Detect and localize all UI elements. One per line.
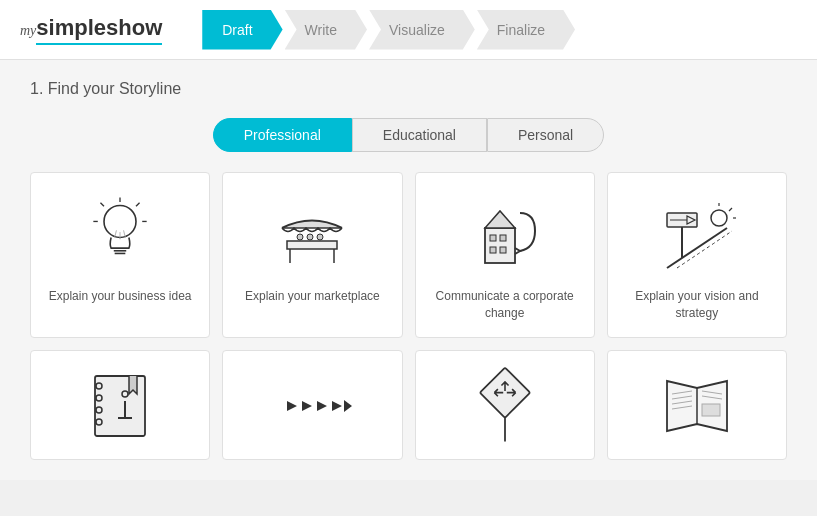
svg-point-14 (317, 234, 323, 240)
card-icon-corporate-change (455, 188, 555, 278)
card-label-vision-strategy: Explain your vision and strategy (618, 288, 776, 322)
svg-point-13 (307, 234, 313, 240)
card-icon-arrows (262, 366, 362, 446)
svg-rect-18 (490, 247, 496, 253)
nav-step-finalize[interactable]: Finalize (477, 10, 575, 50)
nav-steps: Draft Write Visualize Finalize (202, 10, 797, 50)
svg-rect-16 (490, 235, 496, 241)
main-content: 1. Find your Storyline Professional Educ… (0, 60, 817, 480)
card-brochure[interactable] (607, 350, 787, 460)
card-corporate-change[interactable]: Communicate a corporate change (415, 172, 595, 338)
header: my simpleshow Draft Write Visualize Fina… (0, 0, 817, 60)
card-icon-marketplace (262, 188, 362, 278)
svg-rect-44 (702, 404, 720, 416)
tab-personal[interactable]: Personal (487, 118, 604, 152)
svg-rect-15 (485, 228, 515, 263)
card-icon-road-sign (455, 366, 555, 446)
card-road-sign[interactable] (415, 350, 595, 460)
nav-step-draft[interactable]: Draft (202, 10, 282, 50)
card-marketplace[interactable]: Explain your marketplace (222, 172, 402, 338)
card-notebook[interactable] (30, 350, 210, 460)
svg-rect-19 (500, 247, 506, 253)
card-business-idea[interactable]: Explain your business idea (30, 172, 210, 338)
card-icon-brochure (647, 366, 747, 446)
cards-grid-row2 (30, 350, 787, 460)
card-icon-notebook (70, 366, 170, 446)
svg-rect-9 (287, 241, 337, 249)
card-label-marketplace: Explain your marketplace (245, 288, 380, 305)
svg-point-21 (711, 210, 727, 226)
svg-line-23 (729, 208, 732, 211)
svg-rect-35 (479, 367, 529, 417)
section-title: 1. Find your Storyline (30, 80, 787, 98)
card-icon-vision-strategy (647, 188, 747, 278)
card-arrows[interactable] (222, 350, 402, 460)
card-label-corporate-change: Communicate a corporate change (426, 288, 584, 322)
nav-step-write[interactable]: Write (285, 10, 367, 50)
card-label-business-idea: Explain your business idea (49, 288, 192, 305)
logo-simpleshow-text: simpleshow (36, 15, 162, 45)
svg-marker-20 (485, 211, 515, 228)
logo: my simpleshow (20, 15, 162, 45)
cards-grid-row1: Explain your business idea (30, 172, 787, 338)
nav-step-visualize[interactable]: Visualize (369, 10, 475, 50)
card-icon-business-idea (70, 188, 170, 278)
svg-line-4 (136, 203, 140, 207)
svg-rect-17 (500, 235, 506, 241)
svg-line-6 (101, 203, 105, 207)
tabs-container: Professional Educational Personal (30, 118, 787, 152)
tab-professional[interactable]: Professional (213, 118, 352, 152)
card-vision-strategy[interactable]: Explain your vision and strategy (607, 172, 787, 338)
logo-my-text: my (20, 23, 36, 39)
tab-educational[interactable]: Educational (352, 118, 487, 152)
svg-point-12 (297, 234, 303, 240)
